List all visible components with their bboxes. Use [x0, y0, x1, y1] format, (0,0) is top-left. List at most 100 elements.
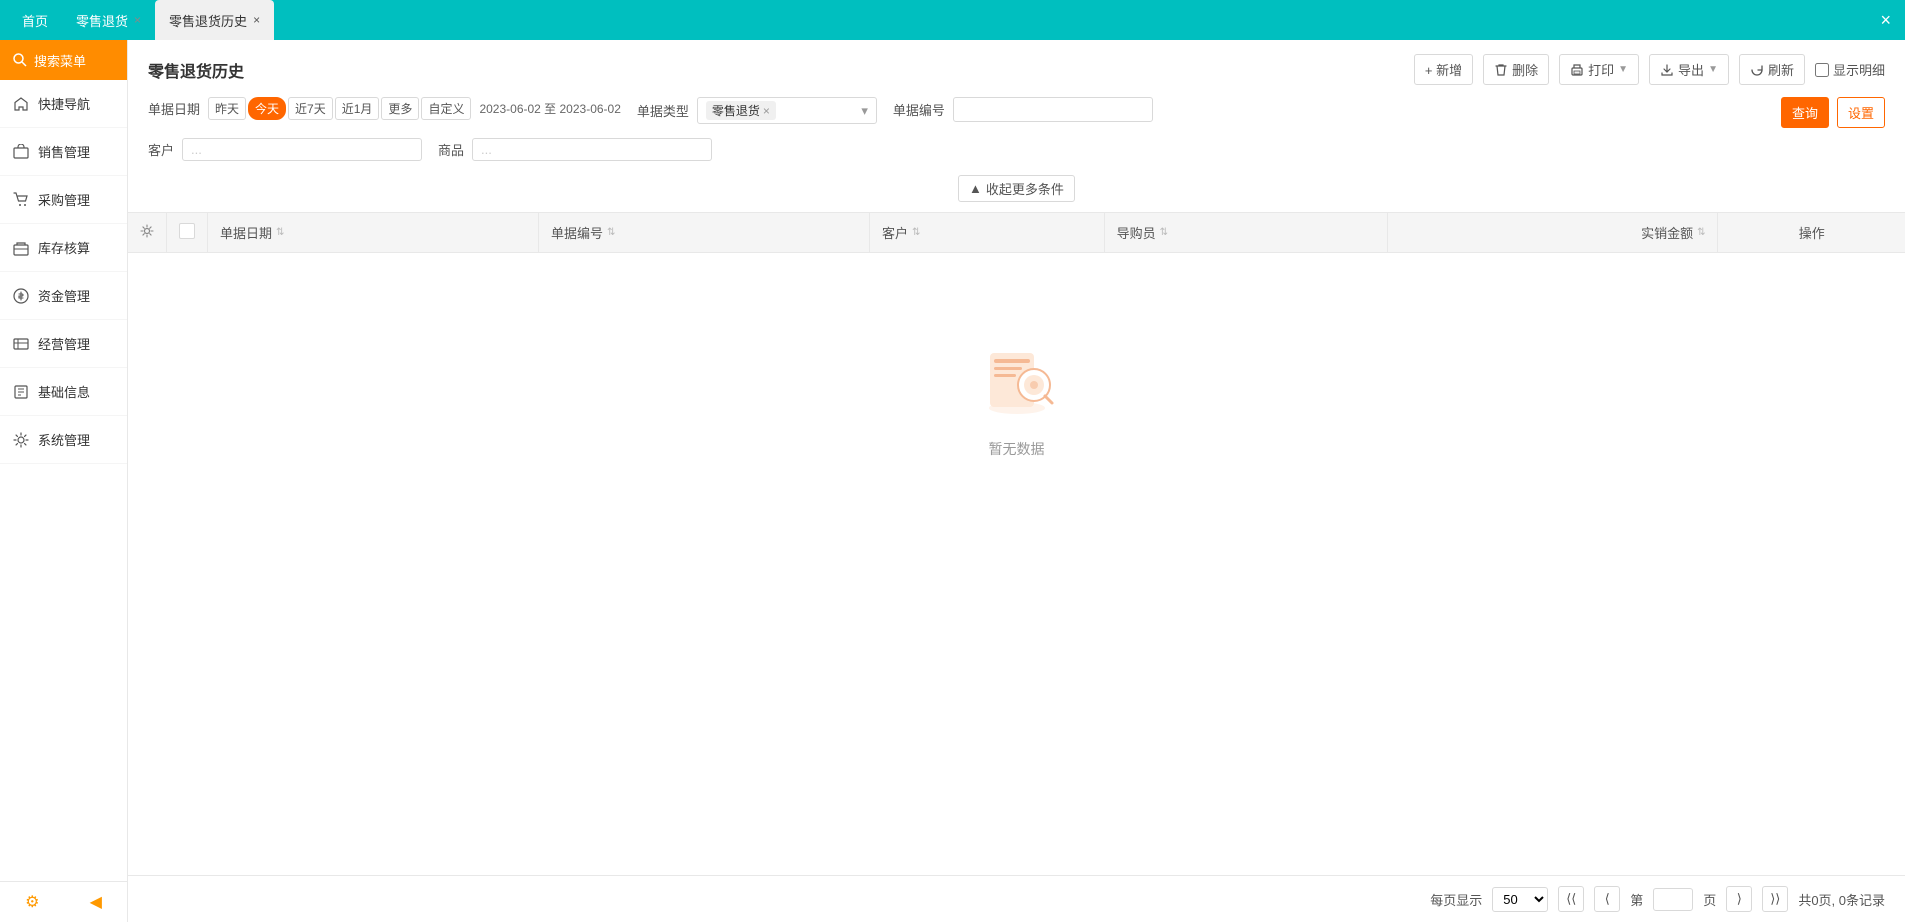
home-icon: [12, 95, 30, 113]
new-button[interactable]: + 新增: [1414, 54, 1473, 85]
sidebar-item-inventory-label: 库存核算: [38, 238, 90, 257]
export-icon: [1660, 63, 1674, 77]
th-guide[interactable]: 导购员 ⇅: [1104, 213, 1387, 253]
customer-group: 客户 ...: [148, 138, 422, 161]
next-page-btn[interactable]: ⟩: [1726, 886, 1752, 912]
tab-list: 首页 零售退货 × 零售退货历史 ×: [8, 0, 1866, 40]
window-close-button[interactable]: ×: [1866, 10, 1905, 31]
sidebar-collapse-btn[interactable]: ◀: [90, 892, 102, 912]
new-button-label: + 新增: [1425, 60, 1462, 79]
sort-icon-guide: ⇅: [1160, 227, 1168, 238]
purchase-icon: [12, 191, 30, 209]
customer-select[interactable]: ...: [182, 138, 422, 161]
bill-no-input[interactable]: [953, 97, 1153, 122]
page-title-row: 零售退货历史 + 新增 删除 打印 ▼: [148, 54, 1885, 85]
sidebar-search[interactable]: 搜索菜单: [0, 40, 127, 80]
collapse-icon: ▲: [969, 181, 982, 196]
sidebar-item-basic-info[interactable]: 基础信息: [0, 368, 127, 416]
th-checkbox[interactable]: [167, 213, 208, 253]
collapse-button[interactable]: ▲ 收起更多条件: [958, 175, 1075, 202]
sidebar-item-basic-info-label: 基础信息: [38, 382, 90, 401]
sidebar-item-purchase-mgmt[interactable]: 采购管理: [0, 176, 127, 224]
delete-button[interactable]: 删除: [1483, 54, 1549, 85]
finance-icon: [12, 287, 30, 305]
bill-type-select[interactable]: 零售退货 × ▾: [697, 97, 877, 124]
goods-select[interactable]: ...: [472, 138, 712, 161]
prev-page-btn[interactable]: ⟨: [1594, 886, 1620, 912]
bill-date-group: 单据日期 昨天 今天 近7天 近1月 更多 自定义 2023-06-02 至 2…: [148, 97, 621, 120]
sidebar-item-quick-nav-label: 快捷导航: [38, 94, 90, 113]
th-settings[interactable]: [128, 213, 167, 253]
print-button[interactable]: 打印 ▼: [1559, 54, 1639, 85]
system-icon: [12, 431, 30, 449]
sidebar-item-inventory[interactable]: 库存核算: [0, 224, 127, 272]
sidebar-item-operations-label: 经营管理: [38, 334, 90, 353]
sales-icon: [12, 143, 30, 161]
per-page-select[interactable]: 10 20 50 100: [1492, 887, 1548, 912]
page-title: 零售退货历史: [148, 58, 244, 82]
query-button[interactable]: 查询: [1781, 97, 1829, 128]
goods-placeholder: ...: [481, 142, 492, 157]
date-btn-yesterday[interactable]: 昨天: [208, 97, 246, 120]
print-icon: [1570, 63, 1584, 77]
th-bill-no[interactable]: 单据编号 ⇅: [538, 213, 869, 253]
tab-retail-return-label: 零售退货: [76, 11, 128, 30]
th-customer-label: 客户: [882, 223, 908, 242]
date-btn-today[interactable]: 今天: [248, 97, 286, 120]
sidebar-item-purchase-label: 采购管理: [38, 190, 90, 209]
last-page-btn[interactable]: ⟩⟩: [1762, 886, 1788, 912]
filter-collapse-row: ▲ 收起更多条件: [148, 175, 1885, 202]
th-bill-date[interactable]: 单据日期 ⇅: [208, 213, 539, 253]
select-all-checkbox[interactable]: [179, 223, 195, 239]
th-customer[interactable]: 客户 ⇅: [869, 213, 1104, 253]
page-input[interactable]: 1: [1653, 888, 1693, 911]
th-bill-date-label: 单据日期: [220, 223, 272, 242]
table-body: 暂无数据: [128, 253, 1905, 540]
sidebar-item-sales-mgmt[interactable]: 销售管理: [0, 128, 127, 176]
sidebar-bottom: ⚙ ◀: [0, 881, 127, 922]
tab-retail-return-close[interactable]: ×: [134, 13, 141, 27]
sidebar-item-sales-label: 销售管理: [38, 142, 90, 161]
filter-row-1: 单据日期 昨天 今天 近7天 近1月 更多 自定义 2023-06-02 至 2…: [148, 97, 1885, 128]
empty-text: 暂无数据: [989, 439, 1045, 459]
page-header: 零售退货历史 + 新增 删除 打印 ▼: [128, 40, 1905, 213]
date-btn-custom[interactable]: 自定义: [421, 97, 471, 120]
date-btn-more[interactable]: 更多: [381, 97, 419, 120]
sidebar-item-quick-nav[interactable]: 快捷导航: [0, 80, 127, 128]
date-btn-1month[interactable]: 近1月: [335, 97, 380, 120]
tab-retail-return-history-close[interactable]: ×: [253, 13, 260, 27]
show-detail-checkbox[interactable]: [1815, 63, 1829, 77]
settings-button[interactable]: 设置: [1837, 97, 1885, 128]
tab-retail-return-history-label: 零售退货历史: [169, 11, 247, 30]
bill-type-tag-close[interactable]: ×: [763, 104, 770, 118]
total-records-text: 共0页, 0条记录: [1798, 890, 1885, 909]
sidebar-settings-btn[interactable]: ⚙: [25, 892, 39, 912]
main-layout: 搜索菜单 快捷导航 销售管理 采购管理: [0, 40, 1905, 922]
data-table: 单据日期 ⇅ 单据编号 ⇅ 客户: [128, 213, 1905, 539]
sidebar-item-operations[interactable]: 经营管理: [0, 320, 127, 368]
sidebar-item-system-mgmt[interactable]: 系统管理: [0, 416, 127, 464]
basic-info-icon: [12, 383, 30, 401]
customer-placeholder: ...: [191, 142, 202, 157]
export-button[interactable]: 导出 ▼: [1649, 54, 1729, 85]
date-btn-7days[interactable]: 近7天: [288, 97, 333, 120]
first-page-btn[interactable]: ⟨⟨: [1558, 886, 1584, 912]
date-shortcuts: 昨天 今天 近7天 近1月 更多 自定义: [208, 97, 471, 120]
tab-retail-return-history[interactable]: 零售退货历史 ×: [155, 0, 274, 40]
content-area: 零售退货历史 + 新增 删除 打印 ▼: [128, 40, 1905, 922]
goods-group: 商品 ...: [438, 138, 712, 161]
query-button-label: 查询: [1792, 103, 1818, 122]
delete-button-label: 删除: [1512, 60, 1538, 79]
show-detail-wrap: 显示明细: [1815, 60, 1885, 79]
tab-retail-return[interactable]: 零售退货 ×: [62, 0, 155, 40]
tab-home[interactable]: 首页: [8, 0, 62, 40]
show-detail-label: 显示明细: [1833, 60, 1885, 79]
settings-button-label: 设置: [1848, 103, 1874, 122]
refresh-button[interactable]: 刷新: [1739, 54, 1805, 85]
sidebar-item-finance[interactable]: 资金管理: [0, 272, 127, 320]
collapse-button-label: 收起更多条件: [986, 179, 1064, 198]
export-dropdown-icon: ▼: [1708, 64, 1718, 75]
refresh-icon: [1750, 63, 1764, 77]
th-amount[interactable]: 实销金额 ⇅: [1387, 213, 1718, 253]
top-bar: 首页 零售退货 × 零售退货历史 × ×: [0, 0, 1905, 40]
